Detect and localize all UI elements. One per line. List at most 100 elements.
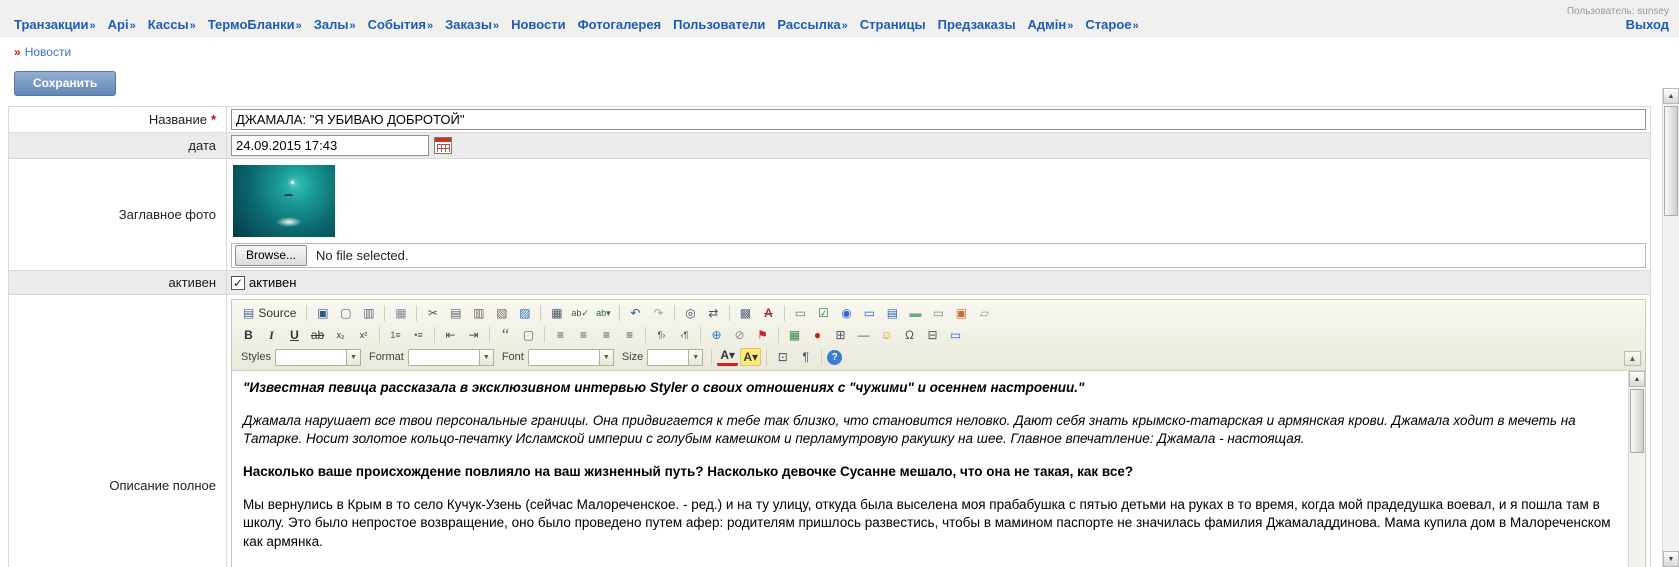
- italic-button[interactable]: I: [261, 326, 282, 344]
- scayt-button[interactable]: ab▾: [593, 304, 614, 322]
- nav-item[interactable]: Страницы: [860, 17, 926, 32]
- styles-combo[interactable]: Styles ▼: [241, 348, 361, 366]
- button-field-button[interactable]: ▭: [928, 304, 949, 322]
- page-scrollbar[interactable]: ▲ ▼: [1662, 88, 1679, 567]
- logout-link[interactable]: Выход: [1626, 17, 1669, 32]
- align-justify-button[interactable]: ≡: [619, 326, 640, 344]
- nav-item[interactable]: Рассылка»: [777, 17, 847, 32]
- checkbox-field-button[interactable]: ☑: [813, 304, 834, 322]
- nav-item[interactable]: Транзакции»: [14, 17, 96, 32]
- table-button[interactable]: ⊞: [830, 326, 851, 344]
- editor-scroll-thumb[interactable]: [1630, 389, 1644, 453]
- subscript-button[interactable]: x₂: [330, 326, 351, 344]
- indent-button[interactable]: ⇥: [463, 326, 484, 344]
- nav-item[interactable]: Предзаказы: [938, 17, 1016, 32]
- image-button-field-button[interactable]: ▣: [951, 304, 972, 322]
- size-combo-arrow-icon[interactable]: ▼: [689, 348, 704, 366]
- editor-content[interactable]: "Известная певица рассказала в эксклюзив…: [232, 371, 1628, 567]
- size-combo[interactable]: Size ▼: [622, 348, 704, 366]
- breadcrumb-link-news[interactable]: Новости: [25, 45, 71, 59]
- select-all-button[interactable]: ▩: [735, 304, 756, 322]
- templates-button[interactable]: ▦: [390, 304, 411, 322]
- editor-scroll-up-icon[interactable]: ▲: [1629, 371, 1645, 387]
- link-button[interactable]: ⊕: [706, 326, 727, 344]
- nav-item[interactable]: Адмін»: [1028, 17, 1074, 32]
- align-center-button[interactable]: ≡: [573, 326, 594, 344]
- paste-text-button[interactable]: ▧: [491, 304, 512, 322]
- cut-button[interactable]: ✂: [422, 304, 443, 322]
- save-button[interactable]: ▣: [312, 304, 333, 322]
- font-combo-value[interactable]: [527, 348, 600, 366]
- print-button[interactable]: ▦: [546, 304, 567, 322]
- bulleted-list-button[interactable]: •≡: [408, 326, 429, 344]
- spell-check-button[interactable]: ab✓: [569, 304, 591, 322]
- format-combo[interactable]: Format ▼: [369, 348, 494, 366]
- nav-item[interactable]: Залы»: [314, 17, 356, 32]
- font-combo[interactable]: Font ▼: [502, 348, 614, 366]
- blockquote-button[interactable]: “: [495, 326, 516, 344]
- page-break-button[interactable]: ⊟: [922, 326, 943, 344]
- horizontal-rule-button[interactable]: ―: [853, 326, 874, 344]
- source-button[interactable]: ▤ Source: [238, 304, 301, 322]
- smiley-button[interactable]: ☺: [876, 326, 897, 344]
- show-blocks-button[interactable]: ¶: [795, 348, 816, 366]
- about-button[interactable]: ?: [827, 349, 843, 365]
- nav-item[interactable]: Api»: [108, 17, 136, 32]
- undo-button[interactable]: ↶: [625, 304, 646, 322]
- size-combo-value[interactable]: [647, 348, 690, 366]
- radio-field-button[interactable]: ◉: [836, 304, 857, 322]
- strikethrough-button[interactable]: ab: [307, 326, 328, 344]
- flash-button[interactable]: ●: [807, 326, 828, 344]
- find-button[interactable]: ◎: [680, 304, 701, 322]
- active-checkbox[interactable]: ✓: [231, 275, 245, 290]
- outdent-button[interactable]: ⇤: [440, 326, 461, 344]
- numbered-list-button[interactable]: 1≡: [385, 326, 406, 344]
- select-field-button[interactable]: ▬: [905, 304, 926, 322]
- photo-file-input[interactable]: Browse... No file selected.: [231, 243, 1646, 268]
- remove-format-button[interactable]: A: [758, 304, 779, 322]
- styles-combo-value[interactable]: [274, 348, 347, 366]
- toolbar-collapse-button[interactable]: ▲: [1624, 351, 1641, 366]
- title-input[interactable]: [231, 109, 1646, 130]
- save-button[interactable]: Сохранить: [14, 71, 117, 96]
- calendar-icon[interactable]: [434, 137, 452, 154]
- text-color-button[interactable]: A▾: [717, 348, 739, 366]
- replace-button[interactable]: ⇄: [703, 304, 724, 322]
- anchor-button[interactable]: ⚑: [752, 326, 773, 344]
- editor-scrollbar[interactable]: ▲ ▼: [1628, 371, 1645, 567]
- bg-color-button[interactable]: A▾: [740, 348, 762, 366]
- bold-button[interactable]: B: [238, 326, 259, 344]
- nav-item[interactable]: События»: [368, 17, 434, 32]
- page-scroll-thumb[interactable]: [1664, 106, 1678, 216]
- align-right-button[interactable]: ≡: [596, 326, 617, 344]
- styles-combo-arrow-icon[interactable]: ▼: [346, 348, 361, 366]
- preview-button[interactable]: ▥: [358, 304, 379, 322]
- superscript-button[interactable]: x²: [353, 326, 374, 344]
- form-button[interactable]: ▭: [790, 304, 811, 322]
- maximize-button[interactable]: ⊡: [772, 348, 793, 366]
- nav-item[interactable]: Кассы»: [148, 17, 196, 32]
- image-button[interactable]: ▦: [784, 326, 805, 344]
- date-input[interactable]: [231, 135, 429, 156]
- paste-button[interactable]: ▥: [468, 304, 489, 322]
- hidden-field-button[interactable]: ▱: [974, 304, 995, 322]
- redo-button[interactable]: ↷: [648, 304, 669, 322]
- bidi-rtl-button[interactable]: ‹¶: [674, 326, 695, 344]
- nav-item[interactable]: Пользователи: [673, 17, 765, 32]
- create-div-button[interactable]: ▢: [518, 326, 539, 344]
- unlink-button[interactable]: ⊘: [729, 326, 750, 344]
- textarea-field-button[interactable]: ▤: [882, 304, 903, 322]
- iframe-button[interactable]: ▭: [945, 326, 966, 344]
- paste-word-button[interactable]: ▨: [514, 304, 535, 322]
- format-combo-value[interactable]: [407, 348, 480, 366]
- new-page-button[interactable]: ▢: [335, 304, 356, 322]
- font-combo-arrow-icon[interactable]: ▼: [599, 348, 614, 366]
- align-left-button[interactable]: ≡: [550, 326, 571, 344]
- special-char-button[interactable]: Ω: [899, 326, 920, 344]
- page-scroll-up-icon[interactable]: ▲: [1663, 88, 1679, 104]
- nav-item[interactable]: Заказы»: [445, 17, 499, 32]
- nav-item[interactable]: Новости: [511, 17, 566, 32]
- browse-button[interactable]: Browse...: [235, 245, 308, 266]
- copy-button[interactable]: ▤: [445, 304, 466, 322]
- bidi-ltr-button[interactable]: ¶›: [651, 326, 672, 344]
